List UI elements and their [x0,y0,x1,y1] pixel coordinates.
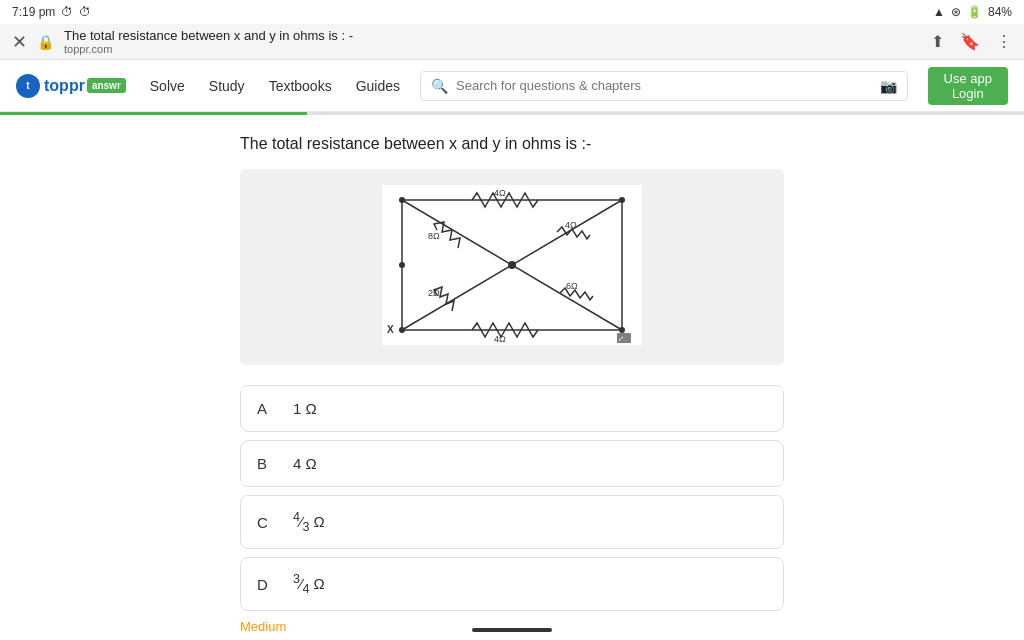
use-app-label: Use app [944,71,992,86]
svg-point-6 [399,327,405,333]
svg-text:2Ω: 2Ω [428,288,440,298]
svg-point-5 [619,197,625,203]
option-c-label: C [257,514,277,531]
signal-icon: ▲ [933,5,945,19]
svg-text:4Ω: 4Ω [494,334,506,344]
address-bar: ✕ 🔒 The total resistance between x and y… [0,24,1024,60]
svg-text:8Ω: 8Ω [428,231,440,241]
toppr-text: toppr [44,77,85,95]
option-c-value: 4⁄3 Ω [293,510,325,534]
battery-icon: 🔋 [967,5,982,19]
share-icon[interactable]: ⬆ [931,32,944,51]
circuit-diagram: 4Ω 8Ω 4Ω 2Ω 6Ω 4Ω X [382,185,642,349]
svg-text:4Ω: 4Ω [565,220,577,230]
option-c[interactable]: C 4⁄3 Ω [240,495,784,549]
progress-bar [0,112,1024,115]
status-left: 7:19 pm ⏱ ⏱ [12,5,91,19]
search-box[interactable]: 🔍 📷 [420,71,908,101]
circuit-svg: 4Ω 8Ω 4Ω 2Ω 6Ω 4Ω X [382,185,642,345]
address-text: The total resistance between x and y in … [64,28,921,55]
timer-icon-2: ⏱ [79,5,91,19]
svg-point-7 [619,327,625,333]
close-button[interactable]: ✕ [12,31,27,53]
svg-text:4Ω: 4Ω [494,188,506,198]
time: 7:19 pm [12,5,55,19]
status-right: ▲ ⊛ 🔋 84% [933,5,1012,19]
option-d-label: D [257,576,277,593]
camera-icon[interactable]: 📷 [880,78,897,94]
bottom-indicator [472,628,552,632]
logo: t toppr answr [16,74,126,98]
option-a-label: A [257,400,277,417]
nav-links: Solve Study Textbooks Guides [150,74,400,98]
option-d-value: 3⁄4 Ω [293,572,325,596]
timer-icon: ⏱ [61,5,73,19]
svg-point-8 [399,262,405,268]
svg-point-3 [508,261,516,269]
battery-level: 84% [988,5,1012,19]
page-title: The total resistance between x and y in … [64,28,921,43]
svg-text:⤢: ⤢ [618,335,624,342]
option-b-value: 4 Ω [293,455,317,472]
option-a[interactable]: A 1 Ω [240,385,784,432]
circuit-image-container: 4Ω 8Ω 4Ω 2Ω 6Ω 4Ω X [240,169,784,365]
question-text: The total resistance between x and y in … [240,135,784,153]
options-list: A 1 Ω B 4 Ω C 4⁄3 Ω D 3⁄4 Ω [240,385,784,611]
nav-study[interactable]: Study [209,74,245,98]
svg-text:6Ω: 6Ω [566,281,578,291]
svg-point-4 [399,197,405,203]
progress-fill [0,112,307,115]
answr-badge: answr [87,78,126,93]
svg-text:X: X [387,324,394,335]
login-label: Login [944,86,992,101]
nav-bar: t toppr answr Solve Study Textbooks Guid… [0,60,1024,112]
option-a-value: 1 Ω [293,400,317,417]
option-b[interactable]: B 4 Ω [240,440,784,487]
wifi-icon: ⊛ [951,5,961,19]
nav-guides[interactable]: Guides [356,74,400,98]
main-content: The total resistance between x and y in … [0,115,1024,640]
nav-textbooks[interactable]: Textbooks [269,74,332,98]
domain: toppr.com [64,43,921,55]
status-bar: 7:19 pm ⏱ ⏱ ▲ ⊛ 🔋 84% [0,0,1024,24]
use-app-login[interactable]: Use app Login [928,67,1008,105]
lock-icon: 🔒 [37,34,54,50]
search-input[interactable] [456,78,872,93]
toppr-icon: t [16,74,40,98]
browser-actions: ⬆ 🔖 ⋮ [931,32,1012,51]
nav-solve[interactable]: Solve [150,74,185,98]
option-b-label: B [257,455,277,472]
bookmark-icon[interactable]: 🔖 [960,32,980,51]
search-icon: 🔍 [431,78,448,94]
option-d[interactable]: D 3⁄4 Ω [240,557,784,611]
more-icon[interactable]: ⋮ [996,32,1012,51]
